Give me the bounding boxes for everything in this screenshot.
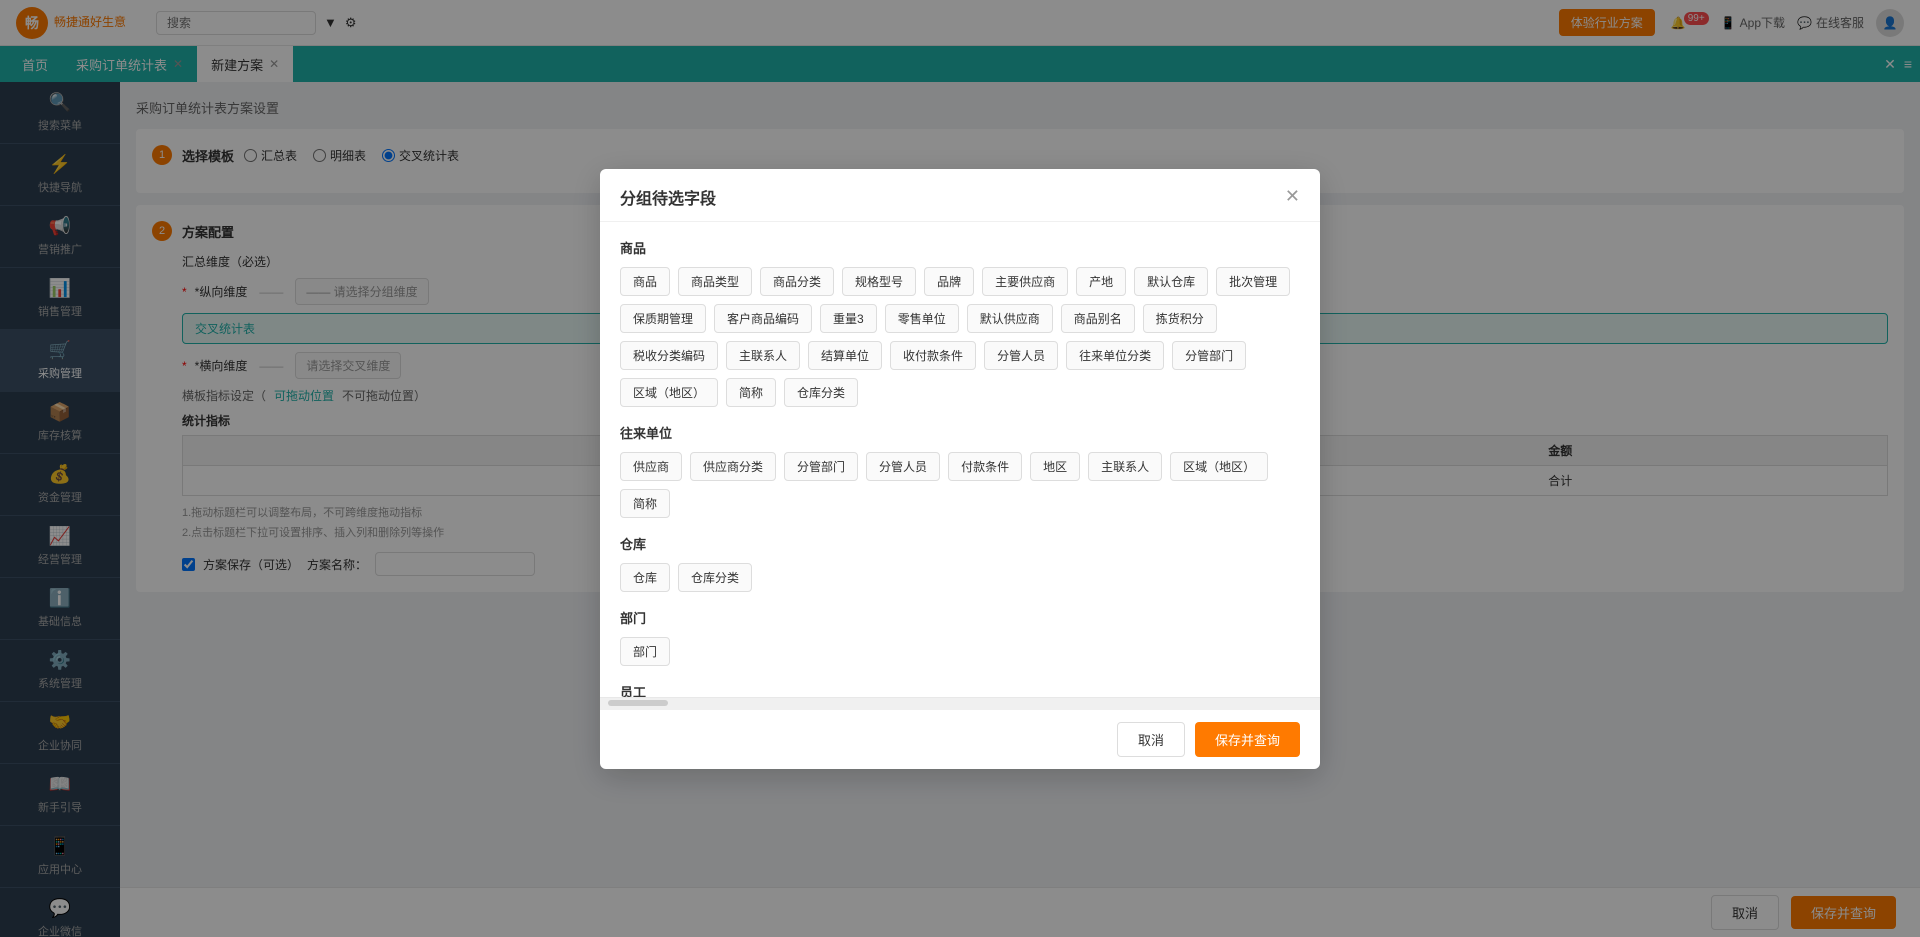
field-main-supplier[interactable]: 主要供应商 xyxy=(982,267,1068,296)
dept-field-grid: 部门 xyxy=(620,637,1300,666)
field-origin[interactable]: 产地 xyxy=(1076,267,1126,296)
modal: 分组待选字段 ✕ 商品 商品 商品类型 商品分类 规格型号 品牌 主要供应商 产… xyxy=(600,169,1320,769)
field-counter-dept[interactable]: 分管部门 xyxy=(784,452,858,481)
section-employee-title: 员工 xyxy=(620,682,1300,697)
field-main-contact2[interactable]: 主联系人 xyxy=(1088,452,1162,481)
field-warehouse[interactable]: 仓库 xyxy=(620,563,670,592)
field-department[interactable]: 部门 xyxy=(620,637,670,666)
field-expiry-mgmt[interactable]: 保质期管理 xyxy=(620,304,706,333)
field-abbr2[interactable]: 简称 xyxy=(620,489,670,518)
modal-header: 分组待选字段 ✕ xyxy=(600,169,1320,222)
field-manager[interactable]: 分管人员 xyxy=(984,341,1058,370)
field-payment-cond[interactable]: 付款条件 xyxy=(948,452,1022,481)
modal-title: 分组待选字段 xyxy=(620,185,716,209)
modal-close-btn[interactable]: ✕ xyxy=(1285,186,1300,207)
section-warehouse-title: 仓库 xyxy=(620,534,1300,553)
field-main-contact[interactable]: 主联系人 xyxy=(726,341,800,370)
section-goods-title: 商品 xyxy=(620,238,1300,257)
field-goods-alias[interactable]: 商品别名 xyxy=(1061,304,1135,333)
field-default-supplier[interactable]: 默认供应商 xyxy=(967,304,1053,333)
modal-confirm-btn[interactable]: 保存并查询 xyxy=(1195,722,1300,757)
field-region2[interactable]: 区域（地区） xyxy=(1170,452,1268,481)
field-payment-terms[interactable]: 收付款条件 xyxy=(890,341,976,370)
field-warehouse-cat[interactable]: 仓库分类 xyxy=(678,563,752,592)
modal-footer: 取消 保存并查询 xyxy=(600,709,1320,769)
field-counter-manager[interactable]: 分管人员 xyxy=(866,452,940,481)
section-dept-title: 部门 xyxy=(620,608,1300,627)
field-warehouse-category[interactable]: 仓库分类 xyxy=(784,378,858,407)
field-batch-mgmt[interactable]: 批次管理 xyxy=(1216,267,1290,296)
h-scroll-thumb xyxy=(608,700,668,706)
counterpart-field-grid: 供应商 供应商分类 分管部门 分管人员 付款条件 地区 主联系人 区域（地区） … xyxy=(620,452,1300,518)
field-spec-model[interactable]: 规格型号 xyxy=(842,267,916,296)
field-pick-points[interactable]: 拣货积分 xyxy=(1143,304,1217,333)
field-tax-code[interactable]: 税收分类编码 xyxy=(620,341,718,370)
section-counterpart-title: 往来单位 xyxy=(620,423,1300,442)
field-retail-unit[interactable]: 零售单位 xyxy=(885,304,959,333)
field-settlement-unit[interactable]: 结算单位 xyxy=(808,341,882,370)
field-area[interactable]: 地区 xyxy=(1030,452,1080,481)
field-supplier[interactable]: 供应商 xyxy=(620,452,682,481)
modal-body[interactable]: 商品 商品 商品类型 商品分类 规格型号 品牌 主要供应商 产地 默认仓库 批次… xyxy=(600,222,1320,697)
warehouse-field-grid: 仓库 仓库分类 xyxy=(620,563,1300,592)
field-dept[interactable]: 分管部门 xyxy=(1172,341,1246,370)
field-goods[interactable]: 商品 xyxy=(620,267,670,296)
field-region[interactable]: 区域（地区） xyxy=(620,378,718,407)
field-abbr[interactable]: 简称 xyxy=(726,378,776,407)
modal-overlay: 分组待选字段 ✕ 商品 商品 商品类型 商品分类 规格型号 品牌 主要供应商 产… xyxy=(0,0,1920,937)
modal-cancel-btn[interactable]: 取消 xyxy=(1117,722,1185,757)
field-default-warehouse[interactable]: 默认仓库 xyxy=(1134,267,1208,296)
field-goods-type[interactable]: 商品类型 xyxy=(678,267,752,296)
field-goods-category[interactable]: 商品分类 xyxy=(760,267,834,296)
field-unit-category[interactable]: 往来单位分类 xyxy=(1066,341,1164,370)
field-brand[interactable]: 品牌 xyxy=(924,267,974,296)
modal-h-scroll xyxy=(600,697,1320,709)
field-customer-code[interactable]: 客户商品编码 xyxy=(714,304,812,333)
field-weight3[interactable]: 重量3 xyxy=(820,304,877,333)
goods-field-grid: 商品 商品类型 商品分类 规格型号 品牌 主要供应商 产地 默认仓库 批次管理 … xyxy=(620,267,1300,407)
field-supplier-category[interactable]: 供应商分类 xyxy=(690,452,776,481)
